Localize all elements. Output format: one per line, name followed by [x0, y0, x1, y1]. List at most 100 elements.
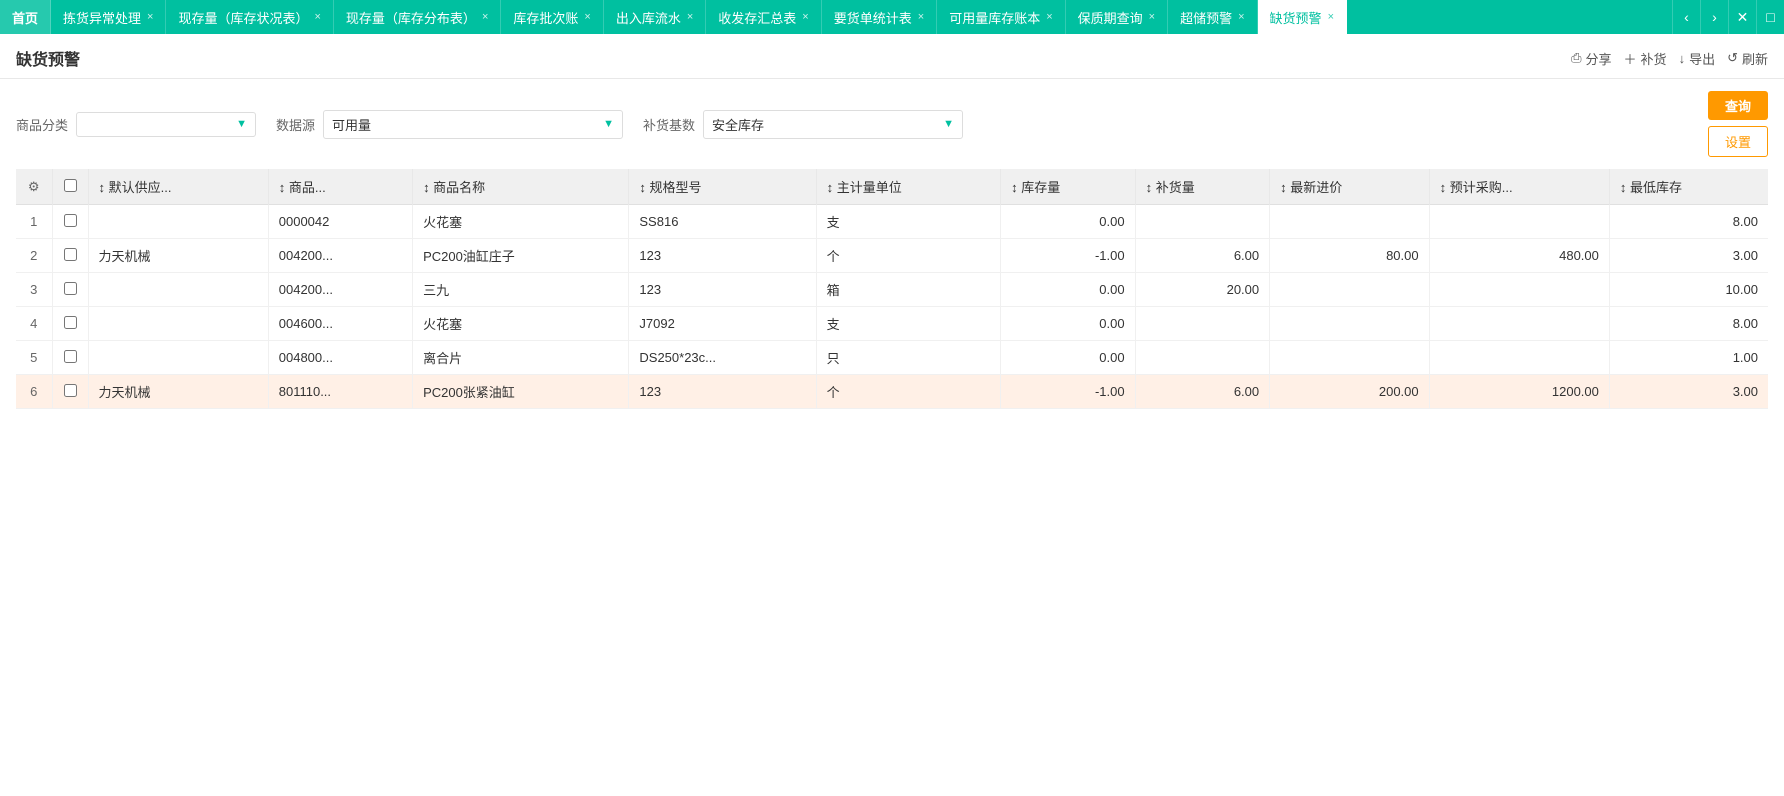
main-content: 缺货预警 ⎙ 分享 ＋ 补货 ↓ 导出 ↺ 刷新 商品分类 [0, 34, 1784, 796]
row-default-supplier [88, 273, 268, 307]
row-checkbox[interactable] [64, 214, 77, 227]
nav-shortage[interactable]: 缺货预警 × [1258, 0, 1347, 34]
category-filter-label: 商品分类 [16, 115, 68, 134]
replenish-button[interactable]: ＋ 补货 [1624, 49, 1667, 68]
row-default-supplier [88, 307, 268, 341]
export-button[interactable]: ↓ 导出 [1679, 49, 1716, 68]
row-unit: 箱 [816, 273, 1000, 307]
nav-inout-flow[interactable]: 出入库流水 × [604, 0, 706, 34]
nav-available-ledger-label: 可用量库存账本 [949, 8, 1040, 27]
th-replenish-qty[interactable]: ↕ 补货量 [1135, 169, 1270, 205]
share-button[interactable]: ⎙ 分享 [1571, 49, 1611, 68]
row-checkbox[interactable] [64, 350, 77, 363]
nav-requisition-stat[interactable]: 要货单统计表 × [822, 0, 937, 34]
nav-abnormal-label: 拣货异常处理 [63, 8, 141, 27]
settings-button[interactable]: 设置 [1708, 126, 1768, 157]
shortage-table: ⚙ ↕ 默认供应... ↕ 商品... ↕ 商品名称 ↕ [16, 169, 1768, 409]
row-checkbox-cell[interactable] [52, 273, 88, 307]
window-close-button[interactable]: ✕ [1728, 0, 1756, 34]
nav-scroll-next-button[interactable]: › [1700, 0, 1728, 34]
th-min-stock[interactable]: ↕ 最低库存 [1609, 169, 1768, 205]
datasource-select[interactable]: 可用量 ▼ [323, 110, 623, 139]
row-num-cell: 4 [16, 307, 52, 341]
row-est-purchase [1429, 307, 1609, 341]
row-num-cell: 1 [16, 205, 52, 239]
th-default-supplier[interactable]: ↕ 默认供应... [88, 169, 268, 205]
table-row: 6 力天机械 801110... PC200张紧油缸 123 个 -1.00 6… [16, 375, 1768, 409]
row-latest-price: 80.00 [1270, 239, 1429, 273]
replenish-label: 补货 [1641, 49, 1667, 68]
nav-abnormal[interactable]: 拣货异常处理 × [51, 0, 166, 34]
query-button[interactable]: 查询 [1708, 91, 1768, 120]
row-product-code: 004800... [268, 341, 412, 375]
row-default-supplier: 力天机械 [88, 239, 268, 273]
close-expiry-query-icon[interactable]: × [1149, 11, 1155, 23]
row-replenish-qty [1135, 341, 1270, 375]
close-inventory-dist-icon[interactable]: × [482, 11, 488, 23]
nav-inout-flow-label: 出入库流水 [616, 8, 681, 27]
datasource-filter-label: 数据源 [276, 115, 315, 134]
th-unit[interactable]: ↕ 主计量单位 [816, 169, 1000, 205]
row-checkbox-cell[interactable] [52, 375, 88, 409]
th-latest-price[interactable]: ↕ 最新进价 [1270, 169, 1429, 205]
close-inventory-status-icon[interactable]: × [314, 11, 320, 23]
row-spec: 123 [629, 273, 816, 307]
category-select[interactable]: ▼ [76, 112, 256, 137]
nav-receive-summary[interactable]: 收发存汇总表 × [706, 0, 821, 34]
nav-inventory-dist[interactable]: 现存量（库存分布表） × [334, 0, 501, 34]
th-stock-qty[interactable]: ↕ 库存量 [1001, 169, 1136, 205]
row-checkbox[interactable] [64, 316, 77, 329]
replenish-base-filter-label: 补货基数 [643, 115, 695, 134]
row-product-code: 004200... [268, 273, 412, 307]
nav-batch-account[interactable]: 库存批次账 × [501, 0, 603, 34]
row-checkbox-cell[interactable] [52, 307, 88, 341]
nav-overstock[interactable]: 超储预警 × [1168, 0, 1257, 34]
close-available-ledger-icon[interactable]: × [1046, 11, 1052, 23]
row-stock-qty: 0.00 [1001, 307, 1136, 341]
data-table-container: ⚙ ↕ 默认供应... ↕ 商品... ↕ 商品名称 ↕ [0, 169, 1784, 409]
nav-expiry-query[interactable]: 保质期查询 × [1066, 0, 1168, 34]
filter-actions: 查询 设置 [1708, 91, 1768, 157]
close-overstock-icon[interactable]: × [1238, 11, 1244, 23]
row-stock-qty: 0.00 [1001, 341, 1136, 375]
row-stock-qty: -1.00 [1001, 239, 1136, 273]
th-spec[interactable]: ↕ 规格型号 [629, 169, 816, 205]
row-default-supplier [88, 205, 268, 239]
page-header: 缺货预警 ⎙ 分享 ＋ 补货 ↓ 导出 ↺ 刷新 [0, 34, 1784, 79]
row-spec: 123 [629, 239, 816, 273]
export-icon: ↓ [1679, 51, 1686, 66]
replenish-base-select[interactable]: 安全库存 ▼ [703, 110, 963, 139]
select-all-checkbox[interactable] [64, 179, 77, 192]
row-checkbox[interactable] [64, 248, 77, 261]
row-unit: 个 [816, 375, 1000, 409]
nav-batch-account-label: 库存批次账 [513, 8, 578, 27]
th-gear[interactable]: ⚙ [16, 169, 52, 205]
close-requisition-stat-icon[interactable]: × [918, 11, 924, 23]
refresh-button[interactable]: ↺ 刷新 [1727, 49, 1768, 68]
table-row: 2 力天机械 004200... PC200油缸庄子 123 个 -1.00 6… [16, 239, 1768, 273]
row-checkbox[interactable] [64, 384, 77, 397]
th-stock-qty-label: ↕ 库存量 [1011, 180, 1060, 195]
row-checkbox-cell[interactable] [52, 341, 88, 375]
row-checkbox-cell[interactable] [52, 205, 88, 239]
window-maximize-button[interactable]: □ [1756, 0, 1784, 34]
th-latest-price-label: ↕ 最新进价 [1280, 180, 1342, 195]
row-replenish-qty: 6.00 [1135, 239, 1270, 273]
close-batch-account-icon[interactable]: × [584, 11, 590, 23]
th-product-name[interactable]: ↕ 商品名称 [413, 169, 629, 205]
row-num-cell: 6 [16, 375, 52, 409]
row-checkbox[interactable] [64, 282, 77, 295]
th-est-purchase[interactable]: ↕ 预计采购... [1429, 169, 1609, 205]
nav-home[interactable]: 首页 [0, 0, 51, 34]
nav-inventory-status[interactable]: 现存量（库存状况表） × [166, 0, 333, 34]
row-checkbox-cell[interactable] [52, 239, 88, 273]
column-settings-icon[interactable]: ⚙ [28, 179, 40, 194]
nav-scroll-prev-button[interactable]: ‹ [1672, 0, 1700, 34]
close-inout-flow-icon[interactable]: × [687, 11, 693, 23]
nav-available-ledger[interactable]: 可用量库存账本 × [937, 0, 1065, 34]
close-shortage-icon[interactable]: × [1328, 11, 1334, 23]
row-replenish-qty: 6.00 [1135, 375, 1270, 409]
close-receive-summary-icon[interactable]: × [802, 11, 808, 23]
close-abnormal-icon[interactable]: × [147, 11, 153, 23]
th-product-code[interactable]: ↕ 商品... [268, 169, 412, 205]
